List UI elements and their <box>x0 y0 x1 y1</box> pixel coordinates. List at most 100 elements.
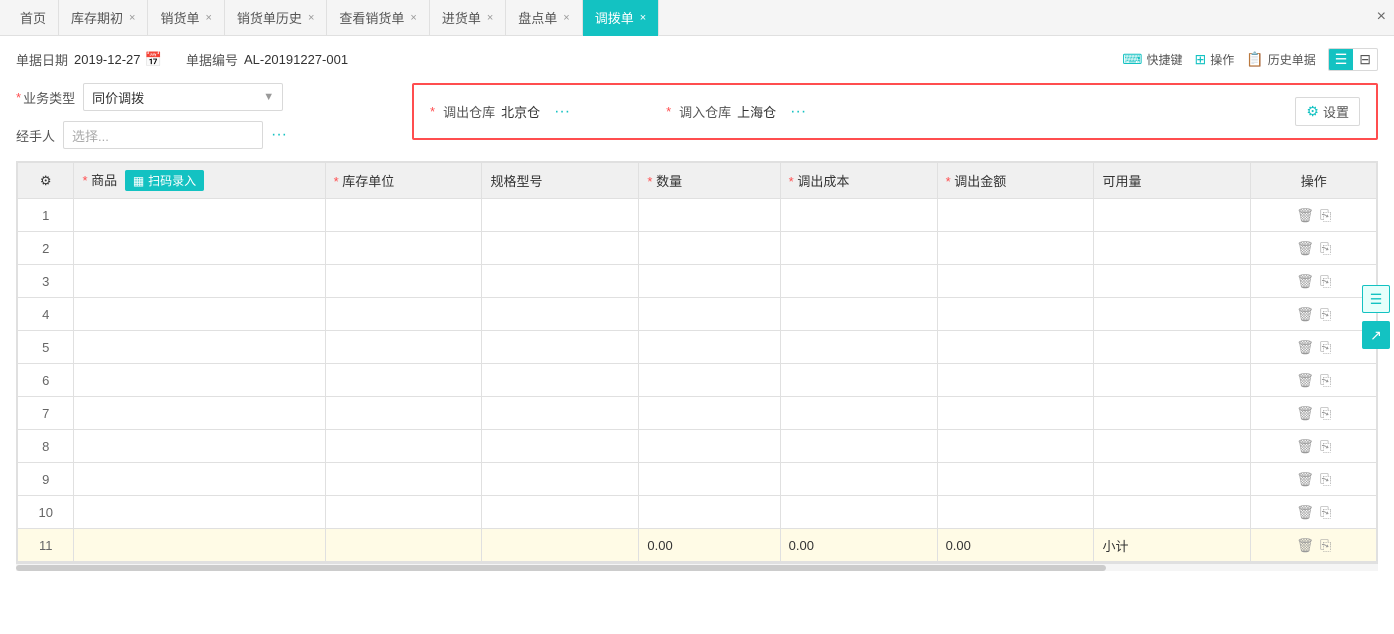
row-3-delete-icon[interactable]: 🗑 <box>1296 273 1314 290</box>
barcode-scan-button[interactable]: ▦ 扫码录入 <box>125 170 204 191</box>
row-10-copy-icon[interactable]: ⎘ <box>1320 504 1331 521</box>
row-1-unit[interactable] <box>325 199 482 232</box>
row-6-copy-icon[interactable]: ⎘ <box>1320 372 1331 389</box>
row-6-cost[interactable] <box>780 364 937 397</box>
tab-close-inventory-init[interactable]: × <box>129 12 135 24</box>
row-6-amount[interactable] <box>937 364 1094 397</box>
row-11-copy-icon[interactable]: ⎘ <box>1320 537 1331 554</box>
row-6-product[interactable] <box>74 364 325 397</box>
row-1-cost[interactable] <box>780 199 937 232</box>
row-4-qty[interactable] <box>639 298 780 331</box>
tab-close-purchase[interactable]: × <box>487 12 493 24</box>
side-export-icon[interactable]: ↗ <box>1362 321 1390 349</box>
tab-close-sales[interactable]: × <box>205 12 211 24</box>
settings-button[interactable]: ⚙ 设置 <box>1295 97 1360 126</box>
row-7-spec[interactable] <box>482 397 639 430</box>
shortcuts-button[interactable]: ⌨ 快捷键 <box>1122 51 1182 68</box>
row-9-unit[interactable] <box>325 463 482 496</box>
row-3-copy-icon[interactable]: ⎘ <box>1320 273 1331 290</box>
row-10-spec[interactable] <box>482 496 639 529</box>
row-10-qty[interactable] <box>639 496 780 529</box>
horizontal-scrollbar[interactable] <box>16 563 1378 571</box>
row-1-copy-icon[interactable]: ⎘ <box>1320 207 1331 224</box>
row-10-amount[interactable] <box>937 496 1094 529</box>
row-6-spec[interactable] <box>482 364 639 397</box>
tab-close-view-sales[interactable]: × <box>410 12 416 24</box>
row-5-cost[interactable] <box>780 331 937 364</box>
row-2-unit[interactable] <box>325 232 482 265</box>
row-4-product[interactable] <box>74 298 325 331</box>
row-4-cost[interactable] <box>780 298 937 331</box>
row-6-delete-icon[interactable]: 🗑 <box>1296 372 1314 389</box>
row-8-delete-icon[interactable]: 🗑 <box>1296 438 1314 455</box>
tab-stocktake[interactable]: 盘点单 × <box>506 0 582 36</box>
row-2-product[interactable] <box>74 232 325 265</box>
row-8-qty[interactable] <box>639 430 780 463</box>
row-7-qty[interactable] <box>639 397 780 430</box>
row-3-product[interactable] <box>74 265 325 298</box>
business-type-select[interactable]: 同价调拨 ▼ <box>83 83 283 111</box>
window-close-button[interactable]: × <box>1377 8 1386 26</box>
row-3-qty[interactable] <box>639 265 780 298</box>
row-10-cost[interactable] <box>780 496 937 529</box>
warehouse-in-more-button[interactable]: ··· <box>790 103 806 121</box>
row-1-qty[interactable] <box>639 199 780 232</box>
row-1-amount[interactable] <box>937 199 1094 232</box>
side-list-icon[interactable]: ☰ <box>1362 285 1390 313</box>
row-10-delete-icon[interactable]: 🗑 <box>1296 504 1314 521</box>
row-9-product[interactable] <box>74 463 325 496</box>
tab-purchase[interactable]: 进货单 × <box>430 0 506 36</box>
view-grid-icon[interactable]: ⊟ <box>1353 49 1377 70</box>
row-2-qty[interactable] <box>639 232 780 265</box>
handler-more-button[interactable]: ··· <box>271 126 287 144</box>
row-11-product[interactable] <box>74 529 325 562</box>
row-5-unit[interactable] <box>325 331 482 364</box>
row-11-unit[interactable] <box>325 529 482 562</box>
row-2-cost[interactable] <box>780 232 937 265</box>
view-list-icon[interactable]: ☰ <box>1329 49 1354 70</box>
actions-button[interactable]: ⊞ 操作 <box>1195 51 1235 68</box>
row-11-qty[interactable]: 0.00 <box>639 529 780 562</box>
row-3-cost[interactable] <box>780 265 937 298</box>
row-3-spec[interactable] <box>482 265 639 298</box>
handler-select[interactable]: 选择... <box>63 121 263 149</box>
row-2-spec[interactable] <box>482 232 639 265</box>
row-5-product[interactable] <box>74 331 325 364</box>
row-3-amount[interactable] <box>937 265 1094 298</box>
row-11-amount[interactable]: 0.00 <box>937 529 1094 562</box>
col-settings[interactable]: ⚙ <box>18 163 74 199</box>
row-9-amount[interactable] <box>937 463 1094 496</box>
row-9-copy-icon[interactable]: ⎘ <box>1320 471 1331 488</box>
row-5-qty[interactable] <box>639 331 780 364</box>
row-8-copy-icon[interactable]: ⎘ <box>1320 438 1331 455</box>
row-7-cost[interactable] <box>780 397 937 430</box>
tab-sales-history[interactable]: 销货单历史 × <box>225 0 327 36</box>
row-10-product[interactable] <box>74 496 325 529</box>
row-2-delete-icon[interactable]: 🗑 <box>1296 240 1314 257</box>
row-11-spec[interactable] <box>482 529 639 562</box>
row-5-copy-icon[interactable]: ⎘ <box>1320 339 1331 356</box>
tab-transfer[interactable]: 调拨单 × <box>583 0 659 36</box>
row-4-delete-icon[interactable]: 🗑 <box>1296 306 1314 323</box>
row-11-delete-icon[interactable]: 🗑 <box>1296 537 1314 554</box>
row-4-amount[interactable] <box>937 298 1094 331</box>
row-1-delete-icon[interactable]: 🗑 <box>1296 207 1314 224</box>
row-5-delete-icon[interactable]: 🗑 <box>1296 339 1314 356</box>
row-4-copy-icon[interactable]: ⎘ <box>1320 306 1331 323</box>
row-1-spec[interactable] <box>482 199 639 232</box>
row-10-unit[interactable] <box>325 496 482 529</box>
row-9-delete-icon[interactable]: 🗑 <box>1296 471 1314 488</box>
row-9-cost[interactable] <box>780 463 937 496</box>
tab-close-stocktake[interactable]: × <box>563 12 569 24</box>
row-5-amount[interactable] <box>937 331 1094 364</box>
tab-view-sales[interactable]: 查看销货单 × <box>327 0 429 36</box>
row-8-spec[interactable] <box>482 430 639 463</box>
row-8-amount[interactable] <box>937 430 1094 463</box>
row-1-product[interactable] <box>74 199 325 232</box>
calendar-icon[interactable]: 📅 <box>145 51 162 68</box>
row-7-unit[interactable] <box>325 397 482 430</box>
tab-close-sales-history[interactable]: × <box>308 12 314 24</box>
row-5-spec[interactable] <box>482 331 639 364</box>
row-4-spec[interactable] <box>482 298 639 331</box>
row-9-spec[interactable] <box>482 463 639 496</box>
